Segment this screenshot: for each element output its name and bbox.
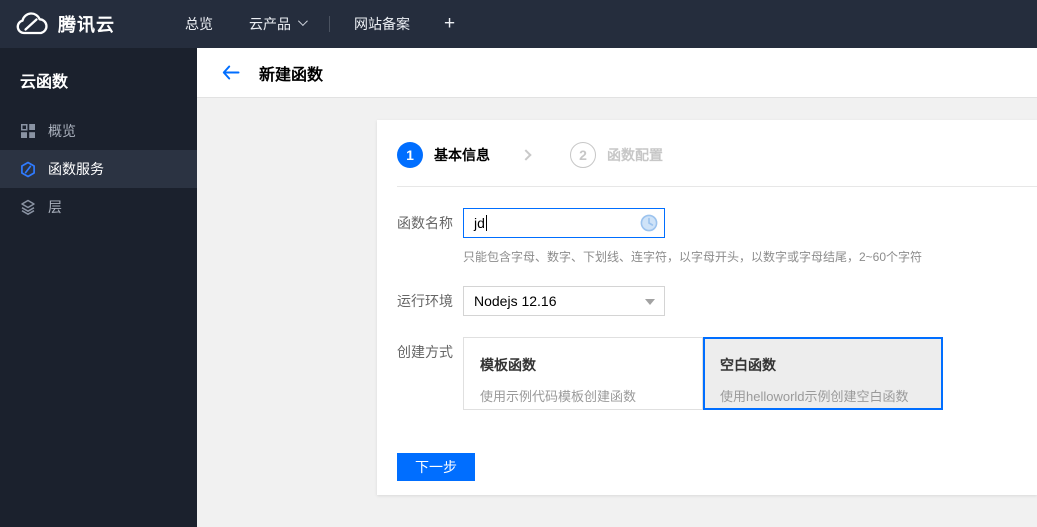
nav-item-cloud-products-label: 云产品: [249, 16, 291, 32]
step-function-config: 2 函数配置: [570, 142, 663, 168]
add-tab-button[interactable]: +: [428, 0, 471, 48]
sidebar-item-label: 函数服务: [48, 161, 104, 177]
tencent-cloud-logo-icon: [15, 11, 49, 37]
grid-icon: [20, 123, 36, 139]
creation-method-label: 创建方式: [397, 344, 453, 360]
card-title: 空白函数: [720, 357, 776, 373]
card-template-function[interactable]: 模板函数 使用示例代码模板创建函数: [463, 337, 703, 410]
nav-divider: [329, 16, 330, 32]
runtime-selected-value: Nodejs 12.16: [474, 293, 557, 309]
layers-icon: [20, 199, 36, 215]
back-button[interactable]: [222, 65, 240, 80]
panel-divider: [397, 186, 1037, 187]
select-caret-icon: [645, 299, 655, 305]
step-number-badge: 1: [397, 142, 423, 168]
create-function-panel: 1 基本信息 2 函数配置 函数名称 jd 只能包含字母、数字、下划线、连字符，…: [377, 120, 1037, 495]
nav-item-overview[interactable]: 总览: [167, 0, 231, 48]
step-arrow-icon: [520, 149, 532, 161]
function-name-helper-text: 只能包含字母、数字、下划线、连字符，以字母开头，以数字或字母结尾，2~60个字符: [463, 250, 923, 264]
sidebar-title: 云函数: [20, 74, 69, 91]
card-description: 使用helloworld示例创建空白函数: [720, 389, 909, 404]
step-label: 基本信息: [434, 147, 490, 163]
sidebar-item-label: 层: [48, 199, 62, 215]
function-name-input[interactable]: jd: [463, 208, 665, 238]
sidebar-item-layers[interactable]: 层: [0, 188, 197, 226]
page-header: 新建函数: [197, 48, 1037, 98]
basic-info-form: 函数名称 jd 只能包含字母、数字、下划线、连字符，以字母开头，以数字或字母结尾…: [377, 208, 1037, 410]
sidebar: 云函数 概览 函数服务 层: [0, 48, 197, 527]
card-title: 模板函数: [480, 357, 536, 373]
runtime-label: 运行环境: [397, 293, 453, 309]
runtime-row: 运行环境 Nodejs 12.16: [397, 286, 1037, 316]
function-name-value: jd: [474, 215, 485, 231]
sidebar-item-overview[interactable]: 概览: [0, 112, 197, 150]
brand[interactable]: 腾讯云: [0, 11, 115, 37]
function-name-label: 函数名称: [397, 215, 453, 231]
top-navbar: 腾讯云 总览 云产品 网站备案 +: [0, 0, 1037, 48]
step-basic-info: 1 基本信息: [397, 142, 490, 168]
function-name-row: 函数名称 jd 只能包含字母、数字、下划线、连字符，以字母开头，以数字或字母结尾…: [397, 208, 1037, 265]
text-cursor: [485, 215, 487, 231]
step-number-badge: 2: [570, 142, 596, 168]
runtime-select[interactable]: Nodejs 12.16: [463, 286, 665, 316]
function-service-icon: [20, 161, 36, 177]
back-arrow-icon: [222, 65, 240, 80]
nav-item-website-beian[interactable]: 网站备案: [336, 0, 428, 48]
brand-name: 腾讯云: [58, 15, 115, 35]
navbar-menu: 总览 云产品 网站备案 +: [167, 0, 471, 48]
validating-clock-icon: [640, 214, 658, 232]
wizard-steps: 1 基本信息 2 函数配置: [397, 142, 1037, 168]
page-title: 新建函数: [259, 66, 324, 84]
next-step-button[interactable]: 下一步: [397, 453, 475, 481]
sidebar-item-label: 概览: [48, 123, 76, 139]
sidebar-item-function-service[interactable]: 函数服务: [0, 150, 197, 188]
nav-item-cloud-products[interactable]: 云产品: [231, 0, 323, 48]
chevron-down-icon: [297, 15, 308, 26]
card-description: 使用示例代码模板创建函数: [480, 389, 637, 404]
card-blank-function[interactable]: 空白函数 使用helloworld示例创建空白函数: [703, 337, 943, 410]
creation-method-row: 创建方式 模板函数 使用示例代码模板创建函数 空白函数 使用helloworld…: [397, 337, 1037, 410]
creation-method-cards: 模板函数 使用示例代码模板创建函数 空白函数 使用helloworld示例创建空…: [463, 337, 943, 410]
step-label: 函数配置: [607, 147, 663, 163]
content-area: 1 基本信息 2 函数配置 函数名称 jd 只能包含字母、数字、下划线、连字符，…: [197, 98, 1037, 527]
